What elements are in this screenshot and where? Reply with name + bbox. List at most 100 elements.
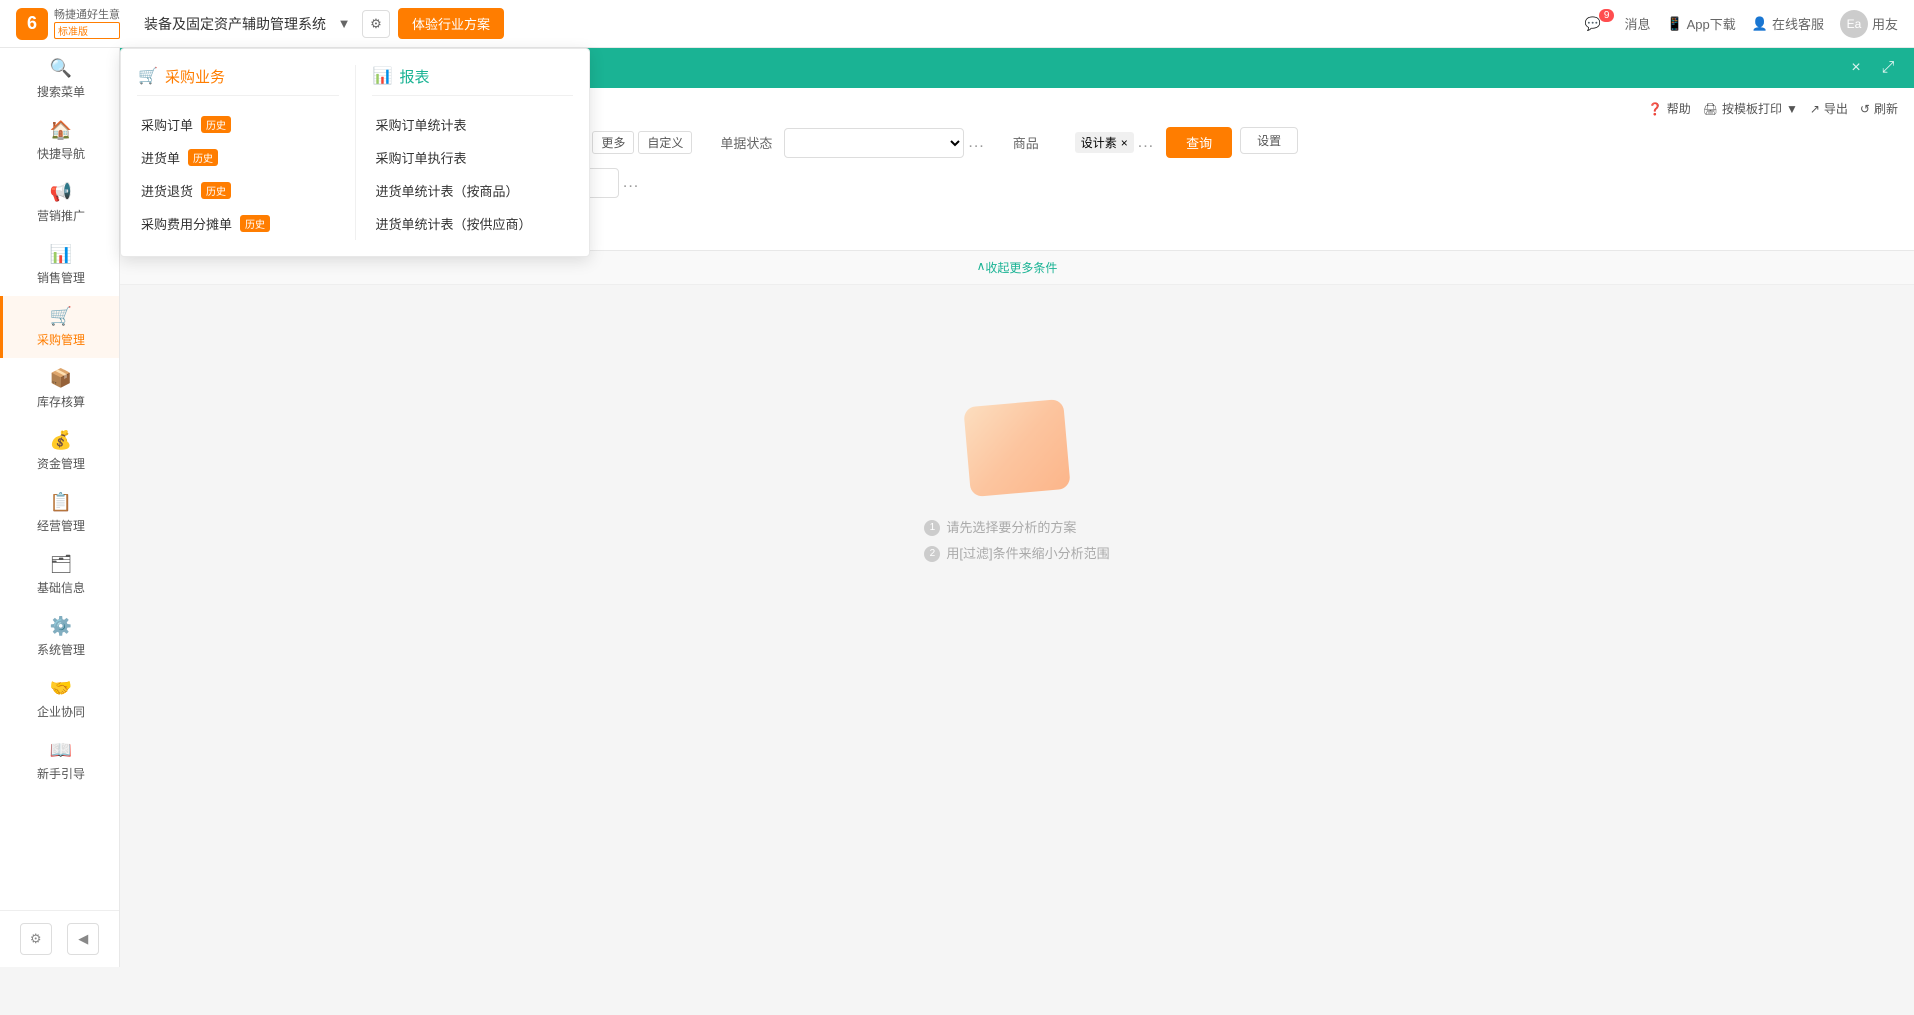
purchase-order-exec-item[interactable]: 采购订单执行表 bbox=[372, 141, 574, 174]
tip-1: 请先选择要分析的方案 bbox=[946, 515, 1076, 541]
sidebar-item-finance[interactable]: 💰 资金管理 bbox=[0, 420, 119, 482]
set-button[interactable]: 设置 bbox=[1240, 127, 1298, 154]
system-icon: ⚙️ bbox=[50, 616, 72, 637]
purchase-order-exec-label: 采购订单执行表 bbox=[376, 148, 467, 167]
logo-text: 畅捷通好生意 bbox=[54, 8, 120, 22]
user-name: 用友 bbox=[1872, 14, 1898, 33]
goods-tag-close-icon[interactable]: × bbox=[1121, 136, 1128, 150]
sidebar-label-purchase: 采购管理 bbox=[37, 331, 85, 348]
export-icon: ↗ bbox=[1810, 102, 1820, 116]
goods-return-item[interactable]: 进货退货 历史 bbox=[137, 174, 339, 207]
finance-icon: 💰 bbox=[50, 430, 72, 451]
system-title: 装备及固定资产辅助管理系统 bbox=[144, 14, 326, 34]
user-area[interactable]: Ea 用友 bbox=[1840, 10, 1898, 38]
online-service-label: 在线客服 bbox=[1772, 14, 1824, 33]
logo-icon: 6 bbox=[16, 8, 48, 40]
report-col: 📊 报表 采购订单统计表 采购订单执行表 进货单统计表（按商品） 进货单统计表（… bbox=[355, 65, 590, 240]
help-btn[interactable]: ❓ 帮助 bbox=[1648, 100, 1691, 117]
purchase-dropdown-menu: 🛒 采购业务 采购订单 历史 进货单 历史 进货退货 历史 采购费用分摊单 历史… bbox=[120, 48, 590, 257]
sidebar-settings-btn[interactable]: ⚙ bbox=[20, 923, 52, 955]
purchase-col-title: 🛒 采购业务 bbox=[137, 65, 339, 96]
avatar: Ea bbox=[1840, 10, 1868, 38]
sidebar-label-enterprise: 企业协同 bbox=[37, 703, 85, 720]
goods-stats-by-goods-item[interactable]: 进货单统计表（按商品） bbox=[372, 174, 574, 207]
status-dots[interactable]: ... bbox=[968, 134, 984, 152]
message-badge: 9 bbox=[1599, 9, 1615, 22]
sidebar-label-inventory: 库存核算 bbox=[37, 393, 85, 410]
query-button[interactable]: 查询 bbox=[1166, 127, 1232, 158]
header-settings-btn[interactable]: ⚙ bbox=[362, 10, 390, 38]
print-dropdown-icon[interactable]: ▼ bbox=[1786, 102, 1798, 116]
sidebar-item-inventory[interactable]: 📦 库存核算 bbox=[0, 358, 119, 420]
print-btn[interactable]: 🖨 按模板打印 ▼ bbox=[1703, 100, 1798, 117]
refresh-icon: ↺ bbox=[1860, 102, 1870, 116]
export-btn[interactable]: ↗ 导出 bbox=[1810, 100, 1848, 117]
message-icon: 💬 bbox=[1585, 16, 1601, 32]
purchase-col-icon: 🛒 bbox=[137, 65, 159, 87]
app-download-btn[interactable]: 📱 App下载 bbox=[1666, 14, 1735, 33]
message-label: 消息 bbox=[1624, 14, 1650, 33]
marketing-icon: 📢 bbox=[50, 182, 72, 203]
tab-right-actions: × ⤢ bbox=[1842, 54, 1914, 82]
sidebar-item-search-menu[interactable]: 🔍 搜索菜单 bbox=[0, 48, 119, 110]
goods-tag: 设计素 × bbox=[1075, 132, 1134, 153]
sidebar-item-system[interactable]: ⚙️ 系统管理 bbox=[0, 606, 119, 668]
basics-icon: 🗂 bbox=[50, 554, 73, 575]
service-icon: 👤 bbox=[1752, 16, 1768, 32]
goods-label: 商品 bbox=[1013, 133, 1063, 152]
sidebar-label-operations: 经营管理 bbox=[37, 517, 85, 534]
online-service-btn[interactable]: 👤 在线客服 bbox=[1752, 14, 1824, 33]
sidebar-item-basics[interactable]: 🗂 基础信息 bbox=[0, 544, 119, 606]
purchase-expense-item[interactable]: 采购费用分摊单 历史 bbox=[137, 207, 339, 240]
collapse-text: 收起更多条件 bbox=[985, 259, 1057, 276]
empty-icon bbox=[957, 403, 1077, 503]
tab-expand-btn[interactable]: ⤢ bbox=[1874, 54, 1902, 82]
sidebar-item-purchase[interactable]: 🛒 采购管理 bbox=[0, 296, 119, 358]
purchase-expense-history-badge: 历史 bbox=[240, 215, 270, 232]
sidebar-item-sales[interactable]: 📊 销售管理 bbox=[0, 234, 119, 296]
sidebar-label-marketing: 营销推广 bbox=[37, 207, 85, 224]
purchase-expense-label: 采购费用分摊单 bbox=[141, 214, 232, 233]
sidebar-item-marketing[interactable]: 📢 营销推广 bbox=[0, 172, 119, 234]
sidebar-collapse-btn[interactable]: ◀ bbox=[67, 923, 99, 955]
top-header: 6 畅捷通好生意 标准版 装备及固定资产辅助管理系统 ▼ ⚙ 体验行业方案 💬 … bbox=[0, 0, 1914, 48]
purchase-order-label: 采购订单 bbox=[141, 115, 193, 134]
sidebar-bottom: ⚙ ◀ bbox=[0, 910, 119, 967]
date-custom-btn[interactable]: 自定义 bbox=[638, 131, 692, 154]
header-dropdown-btn[interactable]: ▼ bbox=[334, 14, 354, 34]
tab-close-window-btn[interactable]: × bbox=[1842, 54, 1870, 82]
report-col-title: 📊 报表 bbox=[372, 65, 574, 96]
help-icon: ❓ bbox=[1648, 102, 1663, 116]
chevron-up-icon: ∧ bbox=[977, 259, 986, 276]
sidebar-label-finance: 资金管理 bbox=[37, 455, 85, 472]
refresh-btn[interactable]: ↺ 刷新 bbox=[1860, 100, 1898, 117]
quick-nav-icon: 🏠 bbox=[50, 120, 72, 141]
goods-receipt-item[interactable]: 进货单 历史 bbox=[137, 141, 339, 174]
sidebar-label-system: 系统管理 bbox=[37, 641, 85, 658]
enterprise-icon: 🤝 bbox=[50, 678, 72, 699]
sidebar-item-enterprise[interactable]: 🤝 企业协同 bbox=[0, 668, 119, 730]
status-select[interactable] bbox=[784, 128, 964, 158]
guide-icon: 📖 bbox=[50, 740, 72, 761]
empty-tips: 1 请先选择要分析的方案 2 用[过滤]条件来缩小分析范围 bbox=[924, 515, 1109, 567]
app-download-label: App下载 bbox=[1687, 14, 1736, 33]
goods-return-history-badge: 历史 bbox=[201, 182, 231, 199]
staff-dots[interactable]: ... bbox=[623, 174, 639, 192]
sidebar-item-quick-nav[interactable]: 🏠 快捷导航 bbox=[0, 110, 119, 172]
bullet-2: 2 bbox=[924, 546, 940, 562]
goods-dots[interactable]: ... bbox=[1138, 134, 1154, 152]
goods-stats-by-supplier-item[interactable]: 进货单统计表（按供应商） bbox=[372, 207, 574, 240]
operations-icon: 📋 bbox=[50, 492, 72, 513]
sidebar-item-operations[interactable]: 📋 经营管理 bbox=[0, 482, 119, 544]
logo-area: 6 畅捷通好生意 标准版 bbox=[16, 8, 136, 40]
trial-button[interactable]: 体验行业方案 bbox=[398, 8, 504, 39]
sales-icon: 📊 bbox=[50, 244, 72, 265]
purchase-order-item[interactable]: 采购订单 历史 bbox=[137, 108, 339, 141]
date-more-btn[interactable]: 更多 bbox=[592, 131, 634, 154]
sidebar-label-quick-nav: 快捷导航 bbox=[37, 145, 85, 162]
sidebar-item-guide[interactable]: 📖 新手引导 bbox=[0, 730, 119, 792]
purchase-order-stats-item[interactable]: 采购订单统计表 bbox=[372, 108, 574, 141]
sidebar-label-guide: 新手引导 bbox=[37, 765, 85, 782]
sidebar: 🔍 搜索菜单 🏠 快捷导航 📢 营销推广 📊 销售管理 🛒 采购管理 📦 库存核… bbox=[0, 48, 120, 967]
message-btn[interactable]: 💬 9 消息 bbox=[1585, 14, 1651, 33]
